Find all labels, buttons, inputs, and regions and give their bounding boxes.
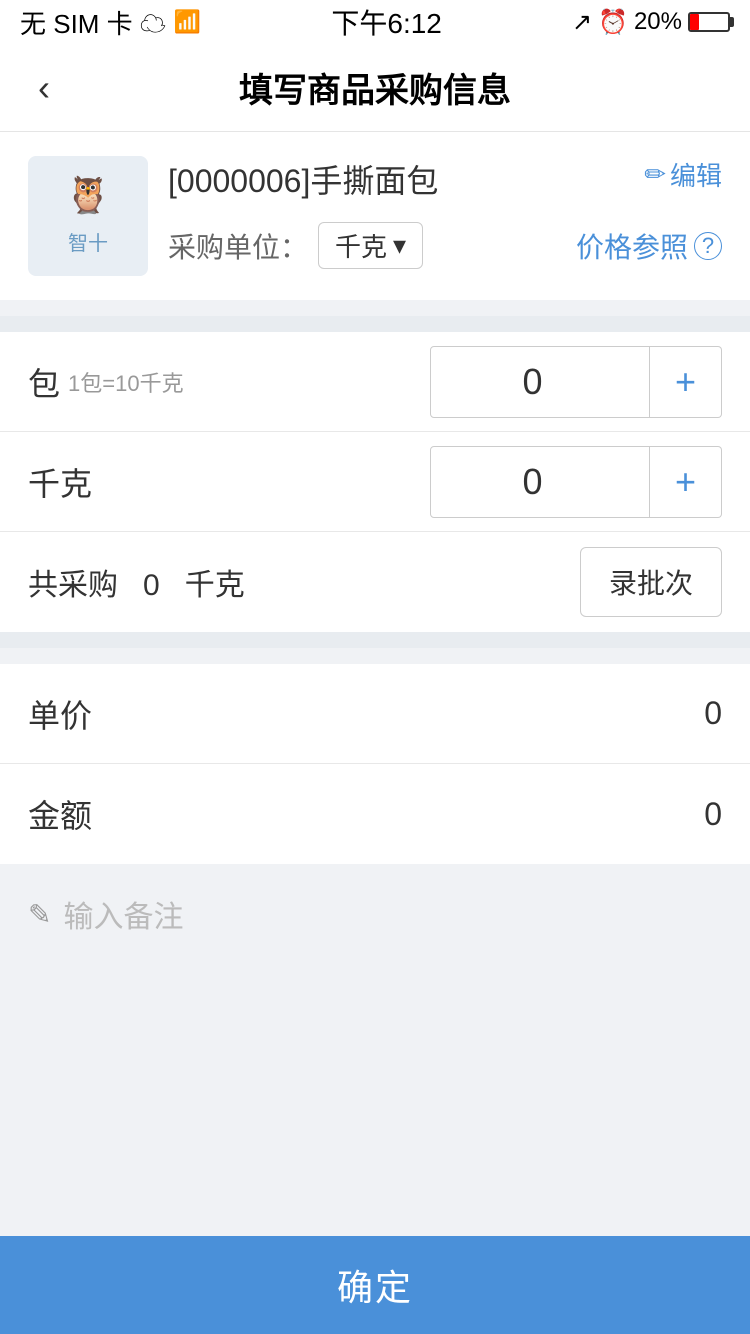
kg-label: 千克 (28, 459, 92, 505)
status-left: 无 SIM 卡 ☁ 📶 (20, 4, 201, 41)
amount-value: 0 (704, 796, 722, 833)
remark-section[interactable]: ✎ 输入备注 (0, 864, 750, 964)
section-separator-2 (0, 632, 750, 648)
section-separator-1 (0, 316, 750, 332)
summary-quantity: 0 (143, 569, 160, 602)
kg-input-row: 千克 + (0, 432, 750, 532)
bao-label: 包 (28, 359, 60, 405)
bao-number-input[interactable] (430, 346, 650, 418)
product-name: [0000006]手撕面包 (168, 156, 438, 202)
kg-input-group: + (430, 446, 722, 518)
unit-value: 千克 (335, 227, 387, 264)
bao-input-group: + (430, 346, 722, 418)
unit-price-row: 单价 0 (0, 664, 750, 764)
amount-row: 金额 0 (0, 764, 750, 864)
product-info: [0000006]手撕面包 ✏ 编辑 采购单位： 千克 ▾ 价格参照 ? (168, 156, 722, 269)
unit-select-dropdown[interactable]: 千克 ▾ (318, 222, 423, 269)
unit-price-value: 0 (704, 695, 722, 732)
remark-placeholder: 输入备注 (63, 892, 183, 936)
edit-button[interactable]: ✏ 编辑 (644, 156, 722, 193)
input-section: 包 1包=10千克 + 千克 + (0, 332, 750, 532)
status-right: ↗ ⏰ 20% (572, 8, 730, 37)
product-name-row: [0000006]手撕面包 ✏ 编辑 (168, 156, 722, 202)
bao-input-row: 包 1包=10千克 + (0, 332, 750, 432)
bottom-space (0, 964, 750, 1264)
product-thumbnail: 🦉智十 (28, 156, 148, 276)
purchase-unit-row: 采购单位： 千克 ▾ 价格参照 ? (168, 222, 722, 269)
page-title: 填写商品采购信息 (239, 63, 511, 112)
battery-icon (688, 12, 730, 32)
summary-unit: 千克 (185, 569, 245, 602)
nav-bar: ‹ 填写商品采购信息 (0, 44, 750, 132)
battery-percent: 20% (634, 8, 682, 36)
status-time: 下午6:12 (331, 2, 442, 42)
alarm-icon: ⏰ (598, 8, 628, 37)
product-thumb-icon: 🦉智十 (66, 173, 111, 259)
edit-icon: ✏ (644, 159, 666, 190)
unit-selector-group: 采购单位： 千克 ▾ (168, 222, 423, 269)
location-icon: ↗ (572, 8, 592, 37)
confirm-button[interactable]: 确定 (0, 1236, 750, 1334)
summary-prefix: 共采购 (28, 569, 118, 602)
no-sim-label: 无 SIM 卡 ☁ (20, 4, 166, 41)
edit-label: 编辑 (670, 156, 722, 193)
pencil-icon: ✎ (28, 898, 51, 931)
battery-fill (690, 14, 700, 30)
price-ref-label: 价格参照 (576, 226, 688, 266)
product-card: 🦉智十 [0000006]手撕面包 ✏ 编辑 采购单位： 千克 ▾ 价格参照 ? (0, 132, 750, 300)
status-bar: 无 SIM 卡 ☁ 📶 下午6:12 ↗ ⏰ 20% (0, 0, 750, 44)
kg-plus-button[interactable]: + (650, 446, 722, 518)
price-reference-button[interactable]: 价格参照 ? (576, 226, 722, 266)
summary-text: 共采购 0 千克 (28, 560, 245, 604)
help-icon: ? (694, 232, 722, 260)
summary-row: 共采购 0 千克 录批次 (0, 532, 750, 632)
chevron-down-icon: ▾ (393, 230, 406, 261)
amount-label: 金额 (28, 791, 92, 837)
batch-button[interactable]: 录批次 (580, 547, 722, 617)
bao-plus-button[interactable]: + (650, 346, 722, 418)
purchase-unit-label: 采购单位： (168, 226, 308, 266)
kg-number-input[interactable] (430, 446, 650, 518)
unit-price-label: 单价 (28, 691, 92, 737)
back-button[interactable]: ‹ (28, 57, 60, 119)
price-section: 单价 0 金额 0 (0, 664, 750, 864)
wifi-icon: 📶 (174, 9, 201, 35)
bao-sub-label: 1包=10千克 (68, 366, 184, 398)
